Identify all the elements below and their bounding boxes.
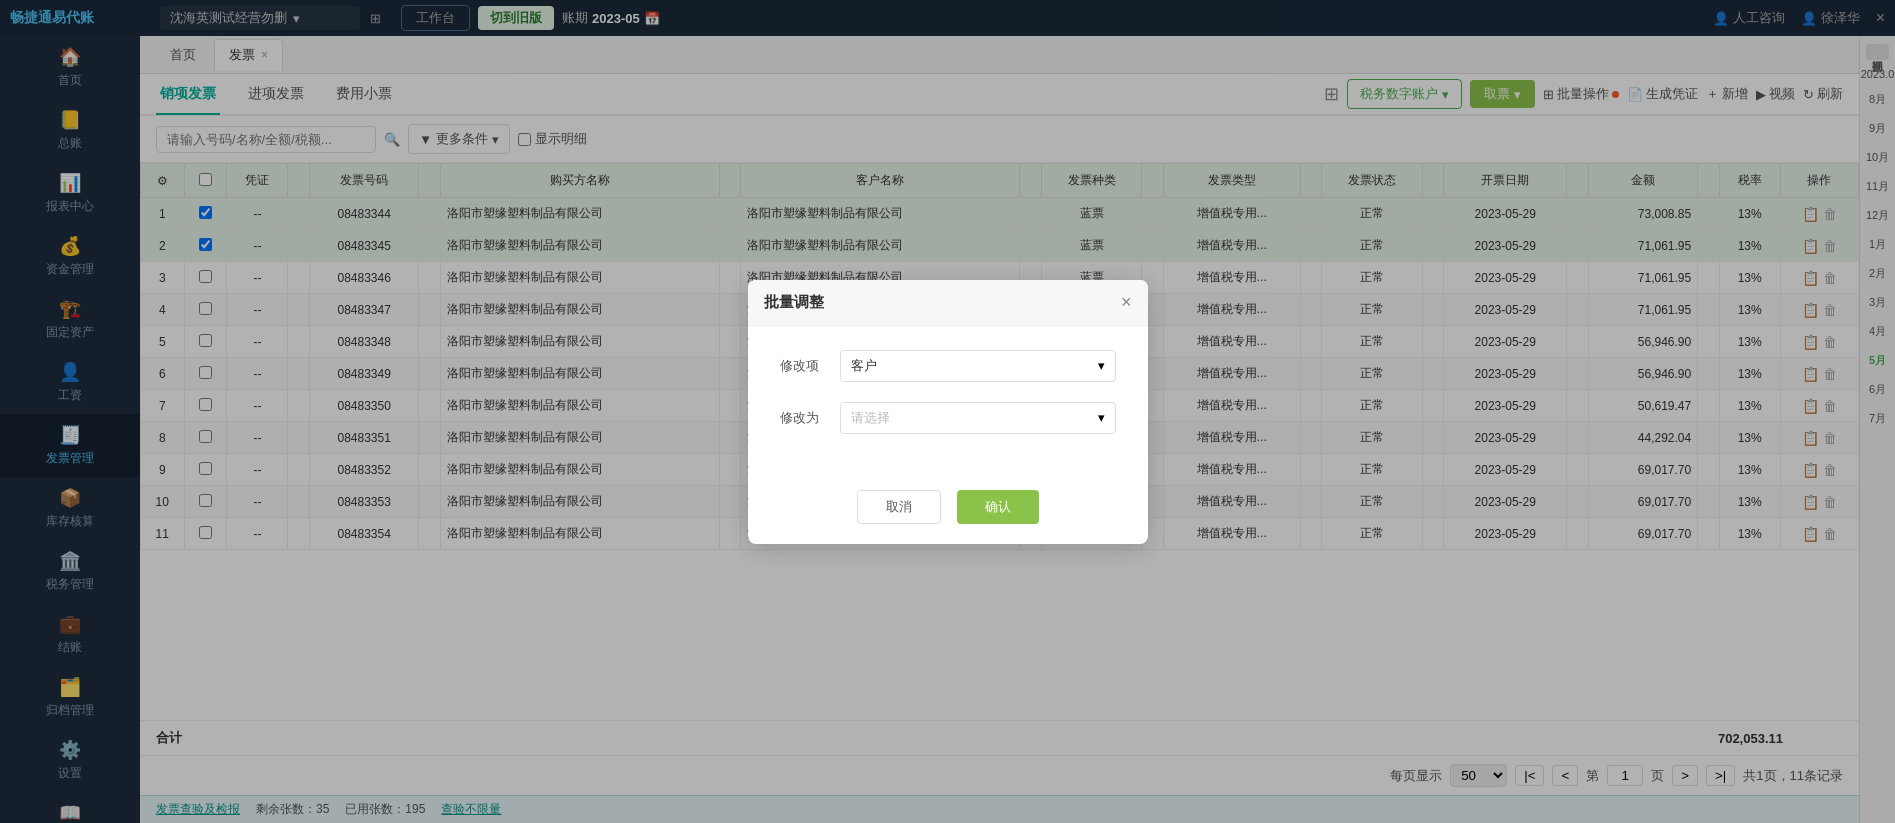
modal-change-placeholder: 请选择 (851, 409, 890, 427)
modal-body: 修改项 客户 ▾ 修改为 请选择 ▾ (748, 326, 1148, 478)
batch-adjust-modal: 批量调整 × 修改项 客户 ▾ 修改为 请选择 ▾ 取消 确认 (748, 280, 1148, 544)
modal-change-label: 修改为 (780, 409, 840, 427)
modal-field-label: 修改项 (780, 357, 840, 375)
modal-title: 批量调整 (764, 293, 824, 312)
modal-change-select[interactable]: 请选择 ▾ (840, 402, 1116, 434)
modal-field-row: 修改项 客户 ▾ (780, 350, 1116, 382)
modal-overlay: 批量调整 × 修改项 客户 ▾ 修改为 请选择 ▾ 取消 确认 (0, 0, 1895, 823)
modal-close-icon[interactable]: × (1121, 292, 1132, 313)
chevron-field-icon: ▾ (1098, 358, 1105, 373)
modal-change-row: 修改为 请选择 ▾ (780, 402, 1116, 434)
chevron-change-icon: ▾ (1098, 410, 1105, 425)
modal-footer: 取消 确认 (748, 478, 1148, 544)
modal-confirm-button[interactable]: 确认 (957, 490, 1039, 524)
modal-field-value: 客户 (851, 357, 877, 375)
modal-header: 批量调整 × (748, 280, 1148, 326)
modal-field-select[interactable]: 客户 ▾ (840, 350, 1116, 382)
modal-cancel-button[interactable]: 取消 (857, 490, 941, 524)
